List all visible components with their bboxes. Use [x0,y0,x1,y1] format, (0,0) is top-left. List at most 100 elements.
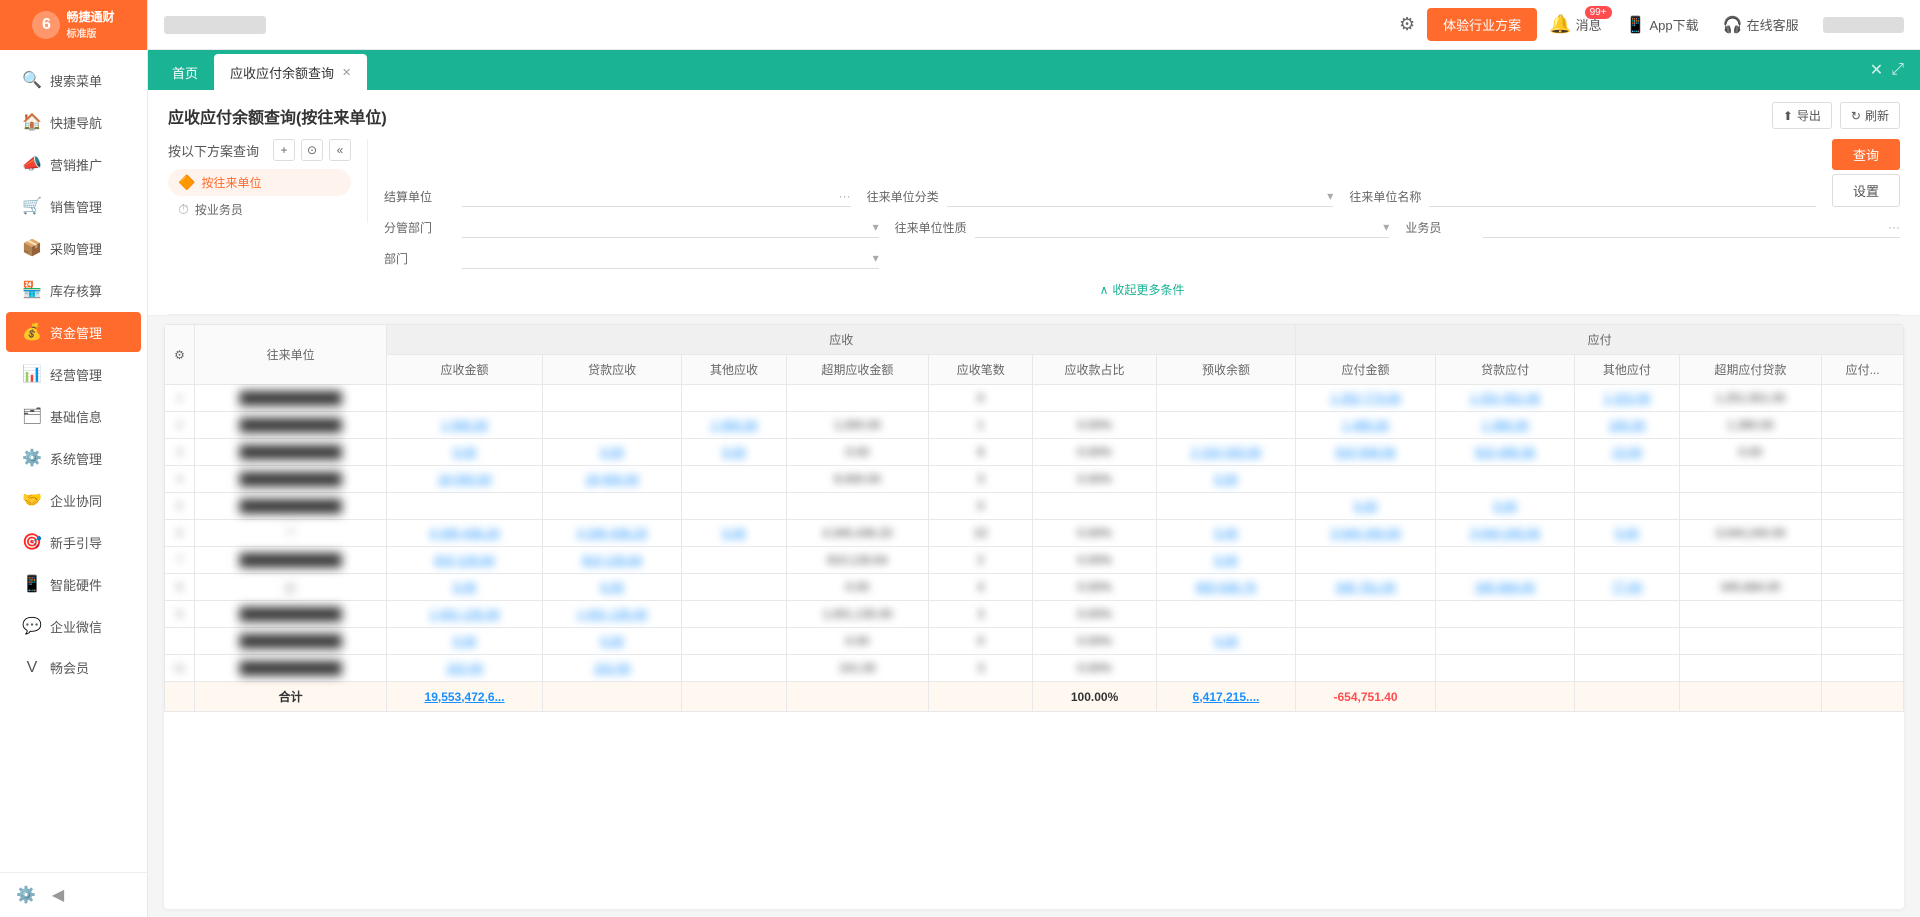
footer-ap-loan [1435,682,1575,712]
unit-name-input[interactable] [1429,186,1816,207]
sidebar: 6 畅捷通财 标准版 🔍 搜索菜单🏠 快捷导航📣 营销推广🛒 销售管理📦 采购管… [0,0,148,917]
sidebar-item-coop[interactable]: 🤝 企业协同 [6,480,141,520]
sidebar-item-label-base: 基础信息 [50,407,102,426]
footer-empty [165,682,195,712]
settlement-label: 结算单位 [384,188,454,205]
col-ar-amount: 应收金额 [387,355,543,385]
col-ap-overdue: 超期应付贷款 [1679,355,1822,385]
member-icon: V [22,659,42,677]
sidebar-item-label-coop: 企业协同 [50,491,102,510]
footer-ar-amount[interactable]: 19,553,472,6... [387,682,543,712]
scheme-by-unit[interactable]: 🔶 按往来单位 [168,169,351,196]
table-area: ⚙ 往来单位 应收 应付 应收金额 贷款应收 其他应收 超期应收金额 应收笔数 … [164,324,1904,909]
collapse-icon: ∧ [1100,283,1109,297]
export-btn[interactable]: ⬆ 导出 [1772,102,1832,129]
sidebar-item-member[interactable]: V 畅会员 [6,648,141,687]
sidebar-item-search[interactable]: 🔍 搜索菜单 [6,60,141,100]
export-icon: ⬆ [1783,109,1793,123]
footer-ar-pct: 100.00% [1033,682,1156,712]
sidebar-item-system[interactable]: ⚙️ 系统管理 [6,438,141,478]
base-icon: 🗂 [22,406,42,426]
marketing-icon: 📣 [22,154,42,174]
sidebar-item-label-guide: 新手引导 [50,533,102,552]
app-label: App下载 [1650,15,1699,34]
filter-field-unit-name: 往来单位名称 [1349,186,1816,207]
finance-icon: 💰 [22,322,42,342]
scheme-collapse-btn[interactable]: « [329,139,351,161]
sidebar-item-purchase[interactable]: 📦 采购管理 [6,228,141,268]
page-title: 应收应付余额查询(按往来单位) [168,104,387,128]
settings-footer-icon[interactable]: ⚙️ [16,885,36,905]
scheme-add-btn[interactable]: + [273,139,295,161]
filter-label: 按以下方案查询 [168,141,259,160]
service-label: 在线客服 [1747,15,1799,34]
refresh-btn[interactable]: ↻ 刷新 [1840,102,1900,129]
guide-icon: 🎯 [22,532,42,552]
table-row: 1████████████01,252,773.001,251,551.001,… [165,385,1904,412]
purchase-icon: 📦 [22,238,42,258]
sidebar-item-finance[interactable]: 💰 资金管理 [6,312,141,352]
staff-dots[interactable]: ··· [1888,220,1900,234]
sales-icon: 🛒 [22,196,42,216]
footer-ar-prepay[interactable]: 6,417,215.... [1156,682,1296,712]
scheme-settings-btn[interactable]: ⊙ [301,139,323,161]
table-row: 3████████████0.000.000.000.0090.00%2,153… [165,439,1904,466]
sidebar-footer: ⚙️ ◀ [0,872,147,917]
data-table: ⚙ 往来单位 应收 应付 应收金额 贷款应收 其他应收 超期应收金额 应收笔数 … [164,324,1904,712]
tab-expand-btn[interactable]: ⤢ [1891,61,1904,79]
col-ar-overdue: 超期应收金额 [786,355,929,385]
tab-arbalance[interactable]: 应收应付余额查询 ✕ [214,54,367,90]
table-row: 7████████████810,126.64810,126.64810,126… [165,547,1904,574]
col-ap-loan: 贷款应付 [1435,355,1575,385]
filter-field-unit-class: 往来单位分类 ▾ [867,186,1334,207]
sidebar-item-label-quick-nav: 快捷导航 [50,113,102,132]
query-btn[interactable]: 查询 [1832,139,1900,170]
ap-group-header: 应付 [1296,325,1904,355]
footer-ap-amount: -654,751.40 [1296,682,1436,712]
topbar-promo-btn[interactable]: 体验行业方案 [1427,8,1537,41]
ar-group-header: 应收 [387,325,1296,355]
table-row: 6^4,345,436.204,345,436.200.004,345,436.… [165,520,1904,547]
tab-home[interactable]: 首页 [156,54,214,90]
notify-badge: 99+ [1585,6,1612,19]
scheme-by-staff[interactable]: ⏱ 按业务员 [168,196,351,223]
hardware-icon: 📱 [22,574,42,594]
sidebar-item-business[interactable]: 📊 经营管理 [6,354,141,394]
footer-label: 合计 [195,682,387,712]
setting-btn[interactable]: 设置 [1832,174,1900,207]
topbar-breadcrumb: ●●● [164,18,1387,32]
sidebar-item-sales[interactable]: 🛒 销售管理 [6,186,141,226]
collapse-footer-icon[interactable]: ◀ [52,885,64,905]
app-download[interactable]: 📱 App下载 [1626,15,1699,35]
logo-icon: 6 [32,11,60,39]
col-ap-more: 应付... [1822,355,1904,385]
table-row: 9████████████1,001,135.001,001,135.001,0… [165,601,1904,628]
topbar-settings-icon[interactable]: ⚙ [1399,14,1415,35]
scheme-unit-icon: 🔶 [178,174,195,191]
table-footer-row: 合计 19,553,472,6... 100.00% 6,417,215....… [165,682,1904,712]
online-service[interactable]: 🎧 在线客服 [1723,15,1799,35]
col-ar-prepay: 预收余额 [1156,355,1296,385]
tab-arbalance-label: 应收应付余额查询 [230,63,334,82]
filter-scheme-btns: + ⊙ « [273,139,351,161]
topbar-notify[interactable]: 🔔 99+ 消息 [1549,14,1601,35]
tab-close-icon[interactable]: ✕ [342,66,351,79]
tabbar-controls: ✕ ⤢ [1870,50,1912,90]
filter-collapse-btn[interactable]: ∧ 收起更多条件 [384,275,1900,304]
sidebar-item-label-marketing: 营销推广 [50,155,102,174]
tabbar: 首页 应收应付余额查询 ✕ ✕ ⤢ [148,50,1920,90]
sidebar-item-base[interactable]: 🗂 基础信息 [6,396,141,436]
tab-close-btn[interactable]: ✕ [1870,60,1883,80]
settlement-dots[interactable]: ··· [839,189,851,203]
sidebar-item-guide[interactable]: 🎯 新手引导 [6,522,141,562]
user-info[interactable]: user [1823,17,1904,33]
table-settings-col[interactable]: ⚙ [165,325,195,385]
inventory-icon: 🏪 [22,280,42,300]
unit-nature-label: 往来单位性质 [895,219,967,236]
sidebar-item-inventory[interactable]: 🏪 库存核算 [6,270,141,310]
sidebar-item-wechat[interactable]: 💬 企业微信 [6,606,141,646]
sidebar-item-quick-nav[interactable]: 🏠 快捷导航 [6,102,141,142]
sidebar-item-marketing[interactable]: 📣 营销推广 [6,144,141,184]
system-icon: ⚙️ [22,448,42,468]
sidebar-item-hardware[interactable]: 📱 智能硬件 [6,564,141,604]
